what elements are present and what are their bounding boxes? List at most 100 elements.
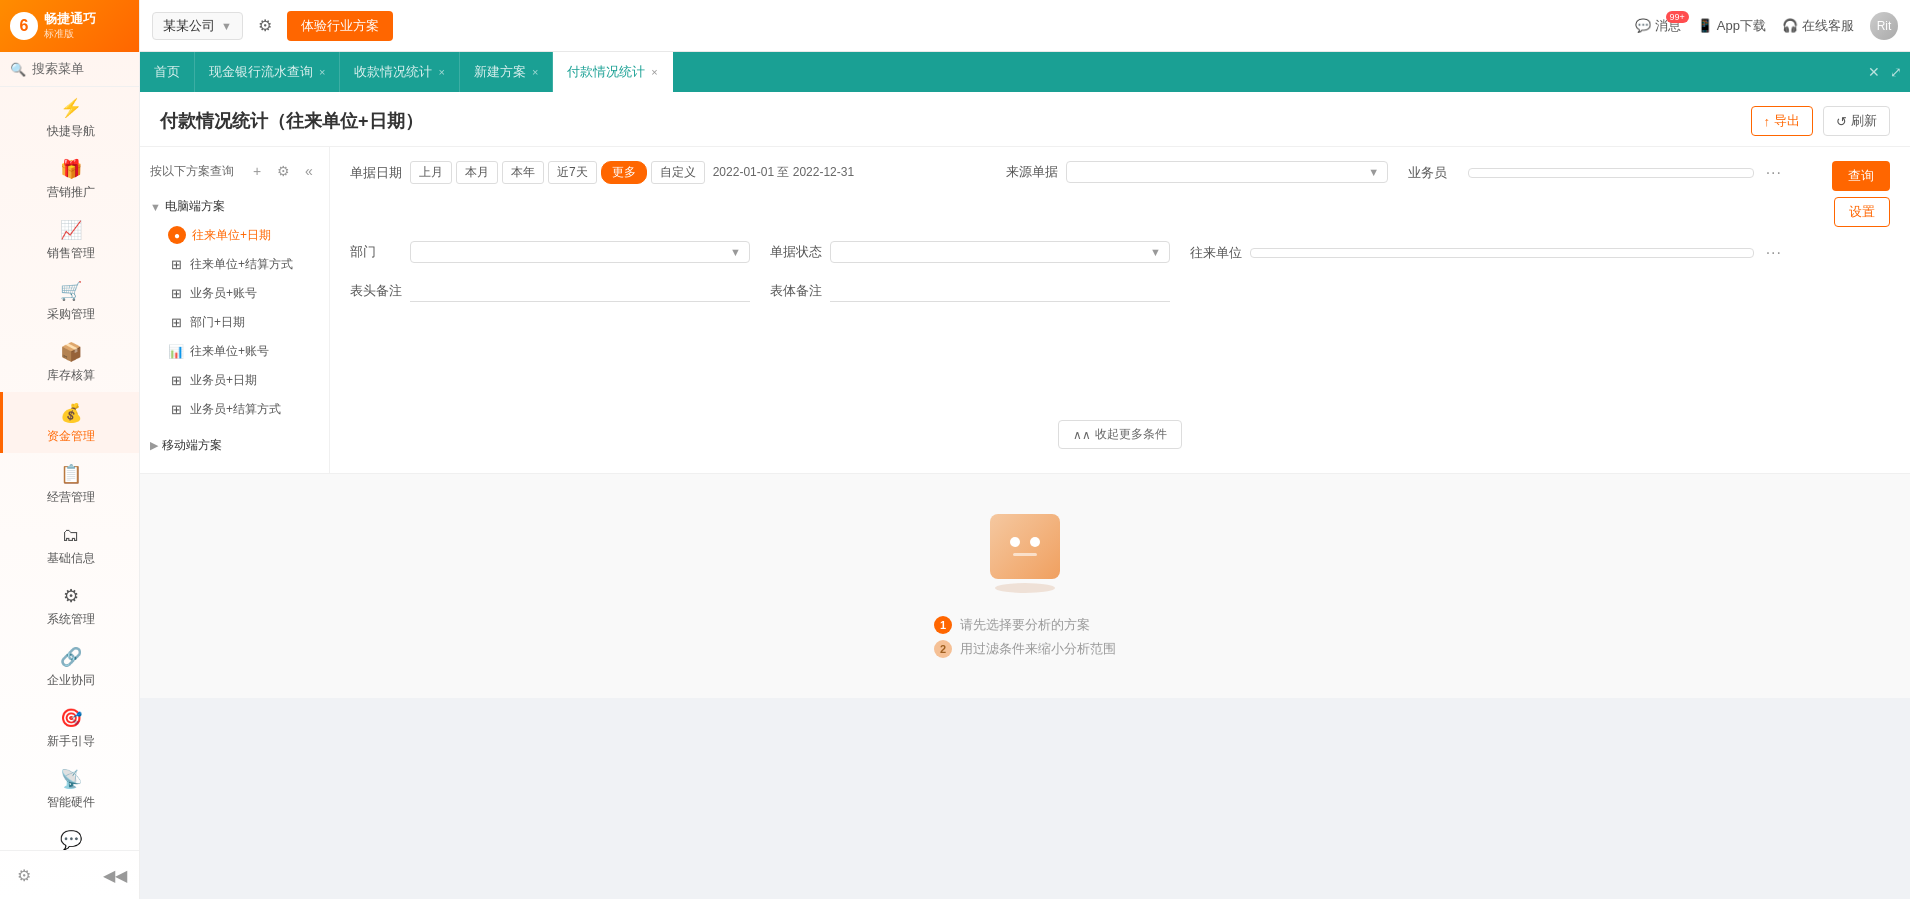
sidebar-item-corp[interactable]: 🔗 企业协同 [0,636,139,697]
sidebar-nav: ⚡ 快捷导航 🎁 营销推广 📈 销售管理 🛒 采购管理 📦 库存核算 💰 资金管… [0,87,139,850]
staff-settlement-label: 业务员+结算方式 [190,401,281,418]
table-header-remark-control [410,279,750,302]
custom-date-btn[interactable]: 自定义 [651,161,705,184]
system-label: 系统管理 [47,611,95,628]
company-selector[interactable]: 某某公司 ▼ [152,12,243,40]
voucher-status-select[interactable]: ▼ [830,241,1170,263]
tab-bank-flow-close-icon[interactable]: × [319,67,325,78]
refresh-btn[interactable]: ↺ 刷新 [1823,106,1890,136]
hardware-icon: 📡 [60,768,82,790]
marketing-icon: 🎁 [60,158,82,180]
query-btn[interactable]: 查询 [1832,161,1890,191]
scheme-item-dept-date[interactable]: ⊞ 部门+日期 [140,308,329,337]
collapse-scheme-btn[interactable]: « [299,161,319,181]
trial-btn[interactable]: 体验行业方案 [287,11,393,41]
voucher-date-field: 单据日期 上月 本月 本年 近7天 更多 自定义 2022-01-01 至 20… [350,161,986,184]
tab-close-btn[interactable]: ✕ [1868,64,1880,80]
sidebar-item-inventory[interactable]: 📦 库存核算 [0,331,139,392]
guide-label: 新手引导 [47,733,95,750]
sidebar-item-hardware[interactable]: 📡 智能硬件 [0,758,139,819]
source-voucher-select[interactable]: ▼ [1066,161,1388,183]
app-sub: 标准版 [44,27,96,41]
staff-date-icon: ⊞ [168,373,184,389]
tab-maximize-btn[interactable]: ⤢ [1890,64,1902,80]
scheme-item-partner-date[interactable]: ● 往来单位+日期 [140,220,329,250]
tab-new-scheme-close-icon[interactable]: × [532,67,538,78]
partner-select[interactable] [1250,248,1754,258]
tab-receipt-stats[interactable]: 收款情况统计 × [340,52,459,92]
more-date-btn[interactable]: 更多 [601,161,647,184]
topbar-gear-btn[interactable]: ⚙ [251,12,279,40]
tip-num-1: 1 [934,616,952,634]
last-month-btn[interactable]: 上月 [410,161,452,184]
voucher-date-label: 单据日期 [350,164,402,182]
sidebar-item-purchase[interactable]: 🛒 采购管理 [0,270,139,331]
sidebar-item-basic[interactable]: 🗂 基础信息 [0,514,139,575]
dept-select[interactable]: ▼ [410,241,750,263]
filter-panel: 单据日期 上月 本月 本年 近7天 更多 自定义 2022-01-01 至 20… [330,147,1910,473]
collapse-btn[interactable]: ∧∧ 收起更多条件 [1058,420,1182,449]
mobile-group-header[interactable]: ▶ 移动端方案 [140,432,329,459]
basic-label: 基础信息 [47,550,95,567]
scheme-item-partner-settlement[interactable]: ⊞ 往来单位+结算方式 [140,250,329,279]
desktop-group-header[interactable]: ▼ 电脑端方案 [140,193,329,220]
partner-dots-btn[interactable]: ··· [1758,241,1790,265]
export-label: 导出 [1774,112,1800,130]
robot-eye-right [1030,537,1040,547]
tab-new-scheme[interactable]: 新建方案 × [460,52,553,92]
scheme-item-staff-date[interactable]: ⊞ 业务员+日期 [140,366,329,395]
date-btn-group: 上月 本月 本年 近7天 更多 自定义 2022-01-01 至 2022-12… [410,161,854,184]
sidebar-item-wechat[interactable]: 💬 企业微信 [0,819,139,850]
partner-field: 往来单位 ··· [1190,241,1790,265]
sidebar-item-finance[interactable]: 💰 资金管理 [0,392,139,453]
tab-bank-flow-label: 现金银行流水查询 [209,63,313,81]
settings-btn-bottom[interactable]: ⚙ [10,861,38,889]
scheme-item-staff-settlement[interactable]: ⊞ 业务员+结算方式 [140,395,329,424]
robot-shadow [995,583,1055,593]
tab-receipt-stats-close-icon[interactable]: × [438,67,444,78]
scheme-item-staff-account[interactable]: ⊞ 业务员+账号 [140,279,329,308]
table-header-remark-input[interactable] [410,279,750,302]
scheme-item-partner-account[interactable]: 📊 往来单位+账号 [140,337,329,366]
robot-body [990,514,1060,579]
tab-bank-flow[interactable]: 现金银行流水查询 × [195,52,340,92]
user-avatar[interactable]: Rit [1870,12,1898,40]
messages-btn[interactable]: 💬 消息 99+ [1635,17,1681,35]
sidebar-item-system[interactable]: ⚙ 系统管理 [0,575,139,636]
last-7-days-btn[interactable]: 近7天 [548,161,597,184]
guide-icon: 🎯 [60,707,82,729]
sidebar-item-operations[interactable]: 📋 经营管理 [0,453,139,514]
this-year-btn[interactable]: 本年 [502,161,544,184]
sidebar-item-quick-nav[interactable]: ⚡ 快捷导航 [0,87,139,148]
collapse-sidebar-btn[interactable]: ◀◀ [101,861,129,889]
tab-payment-stats[interactable]: 付款情况统计 × [553,52,672,92]
desktop-group-label: 电脑端方案 [165,198,225,215]
search-label: 搜索菜单 [32,60,84,78]
sidebar-item-guide[interactable]: 🎯 新手引导 [0,697,139,758]
table-body-remark-input[interactable] [830,279,1170,302]
settings-btn[interactable]: 设置 [1834,197,1890,227]
this-month-btn[interactable]: 本月 [456,161,498,184]
staff-dots-btn[interactable]: ··· [1758,161,1790,185]
partner-account-icon: 📊 [168,344,184,360]
main-area: 某某公司 ▼ ⚙ 体验行业方案 💬 消息 99+ 📱 App下载 🎧 在线客服 … [140,0,1910,899]
voucher-status-field: 单据状态 ▼ [770,241,1170,263]
export-btn[interactable]: ↑ 导出 [1751,106,1814,136]
date-range-text: 2022-01-01 至 2022-12-31 [713,164,854,181]
scheme-settings-btn[interactable]: ⚙ [273,161,293,181]
add-scheme-btn[interactable]: + [247,161,267,181]
tab-payment-stats-label: 付款情况统计 [567,63,645,81]
staff-select[interactable] [1468,168,1753,178]
app-download-btn[interactable]: 📱 App下载 [1697,17,1766,35]
tab-home[interactable]: 首页 [140,52,195,92]
sidebar-item-marketing[interactable]: 🎁 营销推广 [0,148,139,209]
desktop-group-chevron-icon: ▼ [150,201,161,213]
tab-payment-stats-close-icon[interactable]: × [651,67,657,78]
sidebar-search[interactable]: 🔍 搜索菜单 [0,52,139,87]
app-download-icon: 📱 [1697,18,1713,33]
table-body-remark-label: 表体备注 [770,282,822,300]
result-area: 1 请先选择要分析的方案 2 用过滤条件来缩小分析范围 [140,474,1910,698]
online-service-btn[interactable]: 🎧 在线客服 [1782,17,1854,35]
filter-layout: 按以下方案查询 + ⚙ « ▼ 电脑端方案 ● 往来单位+日期 [140,147,1910,474]
sidebar-item-sales[interactable]: 📈 销售管理 [0,209,139,270]
